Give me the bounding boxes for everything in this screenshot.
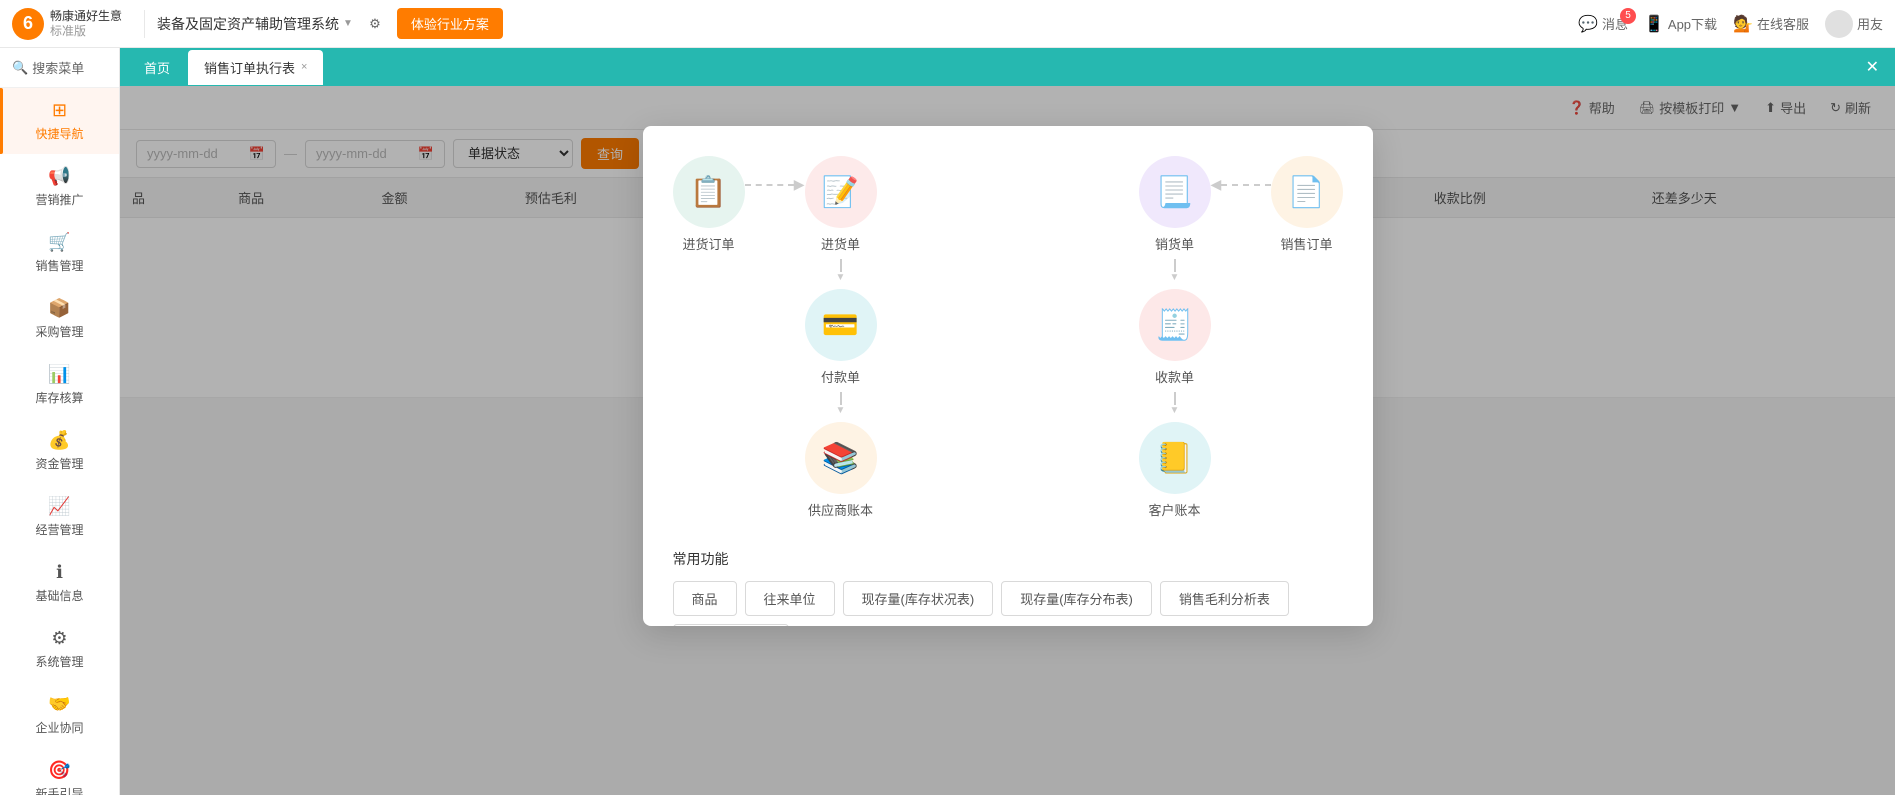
sidebar-item-operation[interactable]: 📈 经营管理 bbox=[0, 484, 119, 550]
tab-bar: 首页 销售订单执行表 × ✕ bbox=[120, 48, 1895, 86]
payment-label: 付款单 bbox=[821, 367, 860, 386]
message-badge: 5 bbox=[1620, 8, 1636, 24]
sidebar-icon-system: ⚙ bbox=[51, 628, 67, 649]
main-content: 首页 销售订单执行表 × ✕ ❓ 帮助 🖨 按模板打印 ▼ bbox=[120, 48, 1895, 795]
sidebar-label-system: 系统管理 bbox=[35, 653, 83, 670]
sidebar-label-quick-nav: 快捷导航 bbox=[35, 125, 83, 142]
sidebar-item-basic[interactable]: ℹ 基础信息 bbox=[0, 550, 119, 616]
sidebar-icon-purchase: 📦 bbox=[48, 298, 70, 319]
active-bar bbox=[0, 88, 3, 154]
search-icon: 🔍 bbox=[12, 60, 28, 76]
quick-nav-modal: 📋 进货订单 ▶ bbox=[643, 126, 1373, 626]
sidebar-label-basic: 基础信息 bbox=[35, 587, 83, 604]
tab-close-icon[interactable]: × bbox=[301, 61, 307, 73]
sidebar-item-inventory[interactable]: 📊 库存核算 bbox=[0, 352, 119, 418]
arrow-left-1: ◀ bbox=[1211, 176, 1271, 193]
receipt-node[interactable]: 🧾 bbox=[1139, 289, 1211, 361]
purchase-order-node[interactable]: 📋 bbox=[673, 156, 745, 228]
sidebar-icon-operation: 📈 bbox=[48, 496, 70, 517]
sidebar-label-operation: 经营管理 bbox=[35, 521, 83, 538]
sidebar-item-newbie[interactable]: 🎯 新手引导 bbox=[0, 748, 119, 795]
system-dropdown-icon[interactable]: ▼ bbox=[343, 18, 353, 29]
flow-col-1: 📋 进货订单 bbox=[673, 156, 745, 253]
arrow-right-1: ▶ bbox=[745, 176, 805, 193]
app-download-button[interactable]: 📱 App下载 bbox=[1644, 14, 1717, 34]
search-menu[interactable]: 🔍 搜索菜单 bbox=[0, 48, 119, 88]
flow-col-4: 📄 销售订单 bbox=[1271, 156, 1343, 253]
avatar bbox=[1825, 10, 1853, 38]
customer-account-label: 客户账本 bbox=[1148, 500, 1200, 519]
func-btn-0[interactable]: 商品 bbox=[673, 581, 737, 616]
page-content: ❓ 帮助 🖨 按模板打印 ▼ ⬆ 导出 ↻ 刷新 bbox=[120, 86, 1895, 795]
sidebar-icon-basic: ℹ bbox=[56, 562, 63, 583]
func-btn-row1: 商品往来单位现存量(库存状况表)现存量(库存分布表)销售毛利分析表商品毛利分析 bbox=[673, 581, 1343, 626]
purchase-order-label: 进货订单 bbox=[682, 234, 734, 253]
logo-area: 6 畅康通好生意 标准版 bbox=[12, 8, 132, 40]
main-close-button[interactable]: ✕ bbox=[1858, 57, 1887, 77]
logo-icon: 6 bbox=[12, 8, 44, 40]
top-bar: 6 畅康通好生意 标准版 装备及固定资产辅助管理系统 ▼ ⚙ 体验行业方案 💬 … bbox=[0, 0, 1895, 48]
common-functions: 常用功能 商品往来单位现存量(库存状况表)现存量(库存分布表)销售毛利分析表商品… bbox=[673, 549, 1343, 626]
arrow-down-4: ▼ bbox=[1170, 392, 1180, 416]
top-right-area: 💬 消息 5 📱 App下载 💁 在线客服 用友 bbox=[1578, 10, 1883, 38]
sidebar-label-inventory: 库存核算 bbox=[35, 389, 83, 406]
arrow-down-1: ▼ bbox=[836, 259, 846, 283]
sidebar: 🔍 搜索菜单 ⊞ 快捷导航📢 营销推广🛒 销售管理📦 采购管理📊 库存核算💰 资… bbox=[0, 48, 120, 795]
func-btn-3[interactable]: 现存量(库存分布表) bbox=[1001, 581, 1152, 616]
system-title: 装备及固定资产辅助管理系统 ▼ bbox=[157, 14, 353, 34]
sidebar-label-newbie: 新手引导 bbox=[35, 785, 83, 795]
sidebar-icon-inventory: 📊 bbox=[48, 364, 70, 385]
flow-col-2: 📝 进货单 ▼ 💳 bbox=[805, 156, 877, 519]
sidebar-icon-marketing: 📢 bbox=[48, 166, 70, 187]
sidebar-item-finance[interactable]: 💰 资金管理 bbox=[0, 418, 119, 484]
customer-account-node[interactable]: 📒 bbox=[1139, 422, 1211, 494]
sidebar-label-marketing: 营销推广 bbox=[35, 191, 83, 208]
func-btn-4[interactable]: 销售毛利分析表 bbox=[1160, 581, 1289, 616]
sidebar-label-sales: 销售管理 bbox=[35, 257, 83, 274]
tab-home[interactable]: 首页 bbox=[128, 50, 186, 85]
main-layout: 🔍 搜索菜单 ⊞ 快捷导航📢 营销推广🛒 销售管理📦 采购管理📊 库存核算💰 资… bbox=[0, 48, 1895, 795]
purchase-bill-node[interactable]: 📝 bbox=[805, 156, 877, 228]
sale-order-node[interactable]: 📄 bbox=[1271, 156, 1343, 228]
sale-order-label: 销售订单 bbox=[1280, 234, 1332, 253]
sidebar-label-purchase: 采购管理 bbox=[35, 323, 83, 340]
sidebar-label-collab: 企业协同 bbox=[35, 719, 83, 736]
modal-scroll-area: 📋 进货订单 ▶ bbox=[643, 126, 1373, 626]
sidebar-icon-finance: 💰 bbox=[48, 430, 70, 451]
sidebar-item-quick-nav[interactable]: ⊞ 快捷导航 bbox=[0, 88, 119, 154]
user-avatar[interactable]: 用友 bbox=[1825, 10, 1883, 38]
modal-overlay[interactable]: 📋 进货订单 ▶ bbox=[120, 86, 1895, 795]
func-btn-2[interactable]: 现存量(库存状况表) bbox=[843, 581, 994, 616]
sale-bill-node[interactable]: 📃 bbox=[1139, 156, 1211, 228]
sidebar-icon-newbie: 🎯 bbox=[48, 760, 70, 781]
tab-sales-order[interactable]: 销售订单执行表 × bbox=[188, 50, 323, 85]
func-btn-1[interactable]: 往来单位 bbox=[745, 581, 835, 616]
arrow-down-2: ▼ bbox=[836, 392, 846, 416]
sidebar-icon-sales: 🛒 bbox=[48, 232, 70, 253]
func-btn-5[interactable]: 商品毛利分析 bbox=[673, 624, 789, 626]
purchase-bill-label: 进货单 bbox=[821, 234, 860, 253]
payment-node[interactable]: 💳 bbox=[805, 289, 877, 361]
sidebar-item-marketing[interactable]: 📢 营销推广 bbox=[0, 154, 119, 220]
sidebar-item-system[interactable]: ⚙ 系统管理 bbox=[0, 616, 119, 682]
common-functions-title: 常用功能 bbox=[673, 549, 1343, 569]
receipt-label: 收款单 bbox=[1155, 367, 1194, 386]
sidebar-item-sales[interactable]: 🛒 销售管理 bbox=[0, 220, 119, 286]
sidebar-label-finance: 资金管理 bbox=[35, 455, 83, 472]
sidebar-item-collab[interactable]: 🤝 企业协同 bbox=[0, 682, 119, 748]
online-service-button[interactable]: 💁 在线客服 bbox=[1733, 14, 1809, 34]
flow-col-3: 📃 销货单 ▼ 🧾 bbox=[1139, 156, 1211, 519]
supplier-account-label: 供应商账本 bbox=[808, 500, 873, 519]
sidebar-icon-collab: 🤝 bbox=[48, 694, 70, 715]
arrow-down-3: ▼ bbox=[1170, 259, 1180, 283]
settings-icon[interactable]: ⚙ bbox=[361, 10, 389, 38]
sidebar-item-purchase[interactable]: 📦 采购管理 bbox=[0, 286, 119, 352]
message-button[interactable]: 💬 消息 5 bbox=[1578, 14, 1628, 34]
sale-bill-label: 销货单 bbox=[1155, 234, 1194, 253]
logo-text: 畅康通好生意 标准版 bbox=[50, 9, 122, 38]
supplier-account-node[interactable]: 📚 bbox=[805, 422, 877, 494]
sidebar-icon-quick-nav: ⊞ bbox=[52, 100, 67, 121]
experience-button[interactable]: 体验行业方案 bbox=[397, 8, 503, 39]
flow-diagram: 📋 进货订单 ▶ bbox=[673, 156, 1343, 519]
